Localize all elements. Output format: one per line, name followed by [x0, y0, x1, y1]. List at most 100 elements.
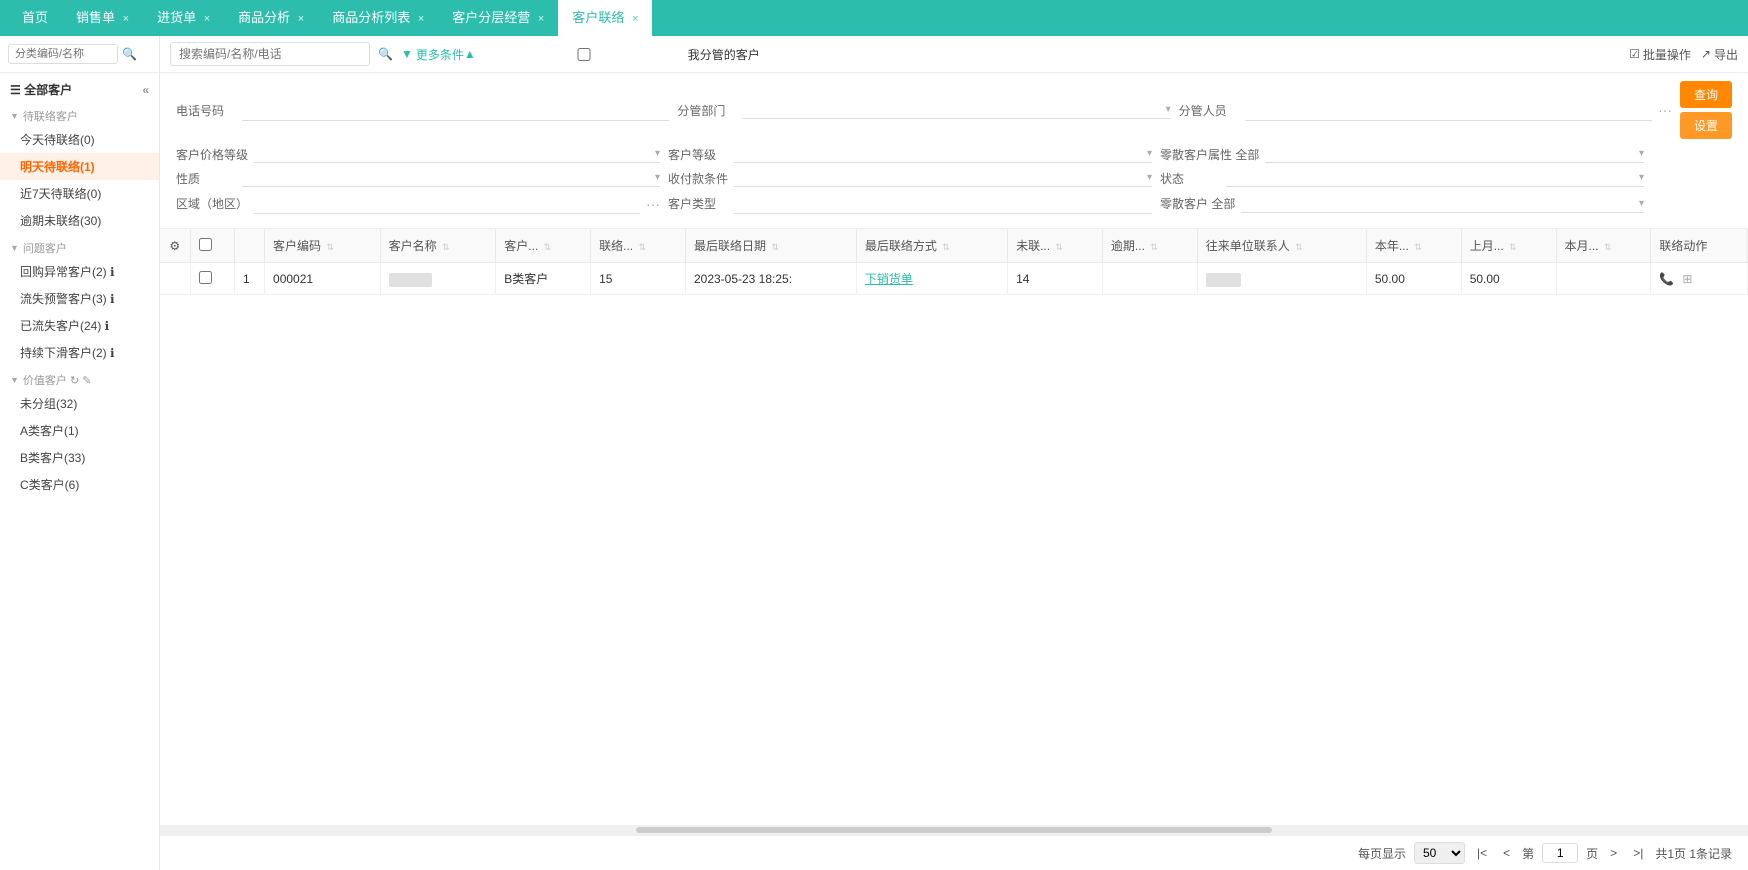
th-last-method[interactable]: 最后联络方式 ⇅ — [856, 229, 1007, 263]
sidebar-item-abnormal[interactable]: 回购异常客户(2) ℹ — [0, 258, 159, 285]
filter-phone-input[interactable] — [242, 100, 669, 121]
export-icon: ↗ — [1701, 47, 1711, 61]
first-page-button[interactable]: |< — [1473, 846, 1491, 860]
filter-dept-chevron: ▾ — [1166, 104, 1171, 115]
row-checkbox[interactable] — [199, 271, 212, 284]
th-this-month[interactable]: 本月... ⇅ — [1556, 229, 1651, 263]
nav-customer-management[interactable]: 客户分层经营 × — [438, 0, 558, 36]
filter-more-button[interactable]: ▼ 更多条件 ▲ — [401, 46, 476, 63]
filter-person-dots[interactable]: ··· — [1658, 102, 1672, 118]
filter-person-input[interactable] — [1245, 100, 1652, 121]
nav-product-analysis-list-close[interactable]: × — [418, 13, 424, 25]
th-overdue[interactable]: 逾期... ⇅ — [1102, 229, 1197, 263]
filter-dept-select[interactable]: ▾ — [743, 101, 1170, 119]
page-input[interactable] — [1542, 843, 1578, 863]
nav-customer-contact-close[interactable]: × — [632, 13, 638, 25]
nav-product-analysis-close[interactable]: × — [298, 13, 304, 25]
th-last-date[interactable]: 最后联络日期 ⇅ — [685, 229, 856, 263]
nav-sales[interactable]: 销售单 × — [62, 0, 143, 36]
table-header-row: ⚙ 客户编码 ⇅ 客户名称 ⇅ 客户... ⇅ 联络... ⇅ 最后联络日期 ⇅… — [160, 229, 1748, 263]
th-not-contacted[interactable]: 未联... ⇅ — [1008, 229, 1103, 263]
sidebar-item-a-class[interactable]: A类客户(1) — [0, 417, 159, 444]
reset-button[interactable]: 设置 — [1680, 112, 1732, 139]
filter-customer-type-input[interactable] — [734, 193, 1152, 214]
td-overdue — [1102, 263, 1197, 295]
sidebar-item-c-class[interactable]: C类客户(6) — [0, 471, 159, 498]
horizontal-scrollbar[interactable] — [160, 825, 1748, 835]
sidebar-item-today[interactable]: 今天待联络(0) — [0, 126, 159, 153]
filter-status-chevron: ▾ — [1639, 172, 1644, 183]
sidebar-search-icon[interactable]: 🔍 — [122, 47, 137, 61]
scrollbar-thumb[interactable] — [636, 827, 1271, 833]
filter-nature-select[interactable]: ▾ — [242, 169, 660, 187]
search-button[interactable]: 🔍 — [378, 47, 393, 61]
filter-nature: 性质 ▾ — [176, 169, 660, 187]
query-button[interactable]: 查询 — [1680, 81, 1732, 108]
sidebar: 🔍 ☰ 全部客户 « 待联络客户 今天待联络(0) 明天待联络(1) 近7天待联… — [0, 36, 160, 870]
nav-home[interactable]: 首页 — [8, 0, 62, 36]
td-not-contacted: 14 — [1008, 263, 1103, 295]
filter-status-select[interactable]: ▾ — [1226, 169, 1644, 187]
filter-dept-label: 分管部门 — [677, 102, 737, 119]
filter-price-level-chevron: ▾ — [655, 148, 660, 159]
nav-product-analysis[interactable]: 商品分析 × — [224, 0, 318, 36]
filter-payment-label: 收付款条件 — [668, 170, 728, 187]
sidebar-item-lost[interactable]: 已流失客户(24) ℹ — [0, 312, 159, 339]
action-grid-icon[interactable]: ⊞ — [1682, 272, 1692, 286]
sidebar-item-b-class[interactable]: B类客户(33) — [0, 444, 159, 471]
filter-price-level: 客户价格等级 ▾ — [176, 145, 660, 163]
nav-purchase-close[interactable]: × — [204, 13, 210, 25]
nav-sales-close[interactable]: × — [123, 13, 129, 25]
td-contact: 15 — [591, 263, 686, 295]
action-phone-icon[interactable]: 📞 — [1659, 272, 1674, 286]
filter-retail-attr-select[interactable]: ▾ — [1265, 145, 1644, 163]
th-last-month[interactable]: 上月... ⇅ — [1461, 229, 1556, 263]
sidebar-item-tomorrow[interactable]: 明天待联络(1) — [0, 153, 159, 180]
th-code[interactable]: 客户编码 ⇅ — [265, 229, 381, 263]
filter-customer-type: 客户类型 — [668, 193, 1152, 214]
filter-region-dots[interactable]: ··· — [646, 196, 660, 212]
page-size-select[interactable]: 50 100 200 — [1414, 842, 1465, 864]
bulk-operation-button[interactable]: ☑ 批量操作 — [1629, 46, 1691, 63]
sidebar-item-declining[interactable]: 持续下滑客户(2) ℹ — [0, 339, 159, 366]
prev-page-button[interactable]: < — [1499, 846, 1514, 860]
sidebar-item-overdue[interactable]: 逾期未联络(30) — [0, 207, 159, 234]
sidebar-all-customers-header[interactable]: ☰ 全部客户 « — [0, 73, 159, 102]
nav-purchase[interactable]: 进货单 × — [143, 0, 224, 36]
last-method-link[interactable]: 下销货单 — [865, 272, 913, 286]
nav-customer-contact[interactable]: 客户联络 × — [558, 0, 652, 36]
sidebar-item-7days[interactable]: 近7天待联络(0) — [0, 180, 159, 207]
td-last-date: 2023-05-23 18:25: — [685, 263, 856, 295]
my-customer-checkbox-area[interactable]: 我分管的客户 — [484, 46, 760, 63]
th-contact[interactable]: 联络... ⇅ — [591, 229, 686, 263]
filter-row-4: 区域（地区） ··· 客户类型 零散客户 全部 ▾ — [176, 193, 1732, 214]
th-unit-contact[interactable]: 往来单位联系人 ⇅ — [1197, 229, 1366, 263]
th-this-year[interactable]: 本年... ⇅ — [1366, 229, 1461, 263]
td-last-method[interactable]: 下销货单 — [856, 263, 1007, 295]
filter-payment-select[interactable]: ▾ — [734, 169, 1152, 187]
sidebar-item-warning[interactable]: 流失预警客户(3) ℹ — [0, 285, 159, 312]
sidebar-search-input[interactable] — [8, 44, 118, 64]
td-checkbox[interactable] — [190, 263, 235, 295]
nav-product-analysis-list[interactable]: 商品分析列表 × — [318, 0, 438, 36]
filter-status-label: 状态 — [1160, 170, 1220, 187]
next-page-button[interactable]: > — [1606, 846, 1621, 860]
th-name[interactable]: 客户名称 ⇅ — [380, 229, 496, 263]
sidebar-group-value: 价值客户 ↻ ✎ — [0, 366, 159, 390]
filter-region-input[interactable] — [254, 193, 640, 214]
export-button[interactable]: ↗ 导出 — [1701, 46, 1738, 63]
search-input[interactable] — [170, 42, 370, 66]
sidebar-collapse-icon[interactable]: « — [142, 83, 149, 97]
nav-customer-management-close[interactable]: × — [538, 13, 544, 25]
last-page-button[interactable]: >| — [1629, 846, 1647, 860]
th-level[interactable]: 客户... ⇅ — [496, 229, 591, 263]
filter-retail-chevron: ▾ — [1639, 198, 1644, 209]
my-customer-checkbox[interactable] — [484, 48, 684, 61]
filter-price-level-select[interactable]: ▾ — [254, 145, 660, 163]
filter-customer-level-select[interactable]: ▾ — [734, 145, 1152, 163]
sidebar-item-ungrouped[interactable]: 未分组(32) — [0, 390, 159, 417]
filter-retail-select[interactable]: ▾ — [1241, 195, 1644, 213]
select-all-checkbox[interactable] — [199, 238, 212, 251]
th-settings[interactable]: ⚙ — [160, 229, 190, 263]
th-checkbox[interactable] — [190, 229, 235, 263]
